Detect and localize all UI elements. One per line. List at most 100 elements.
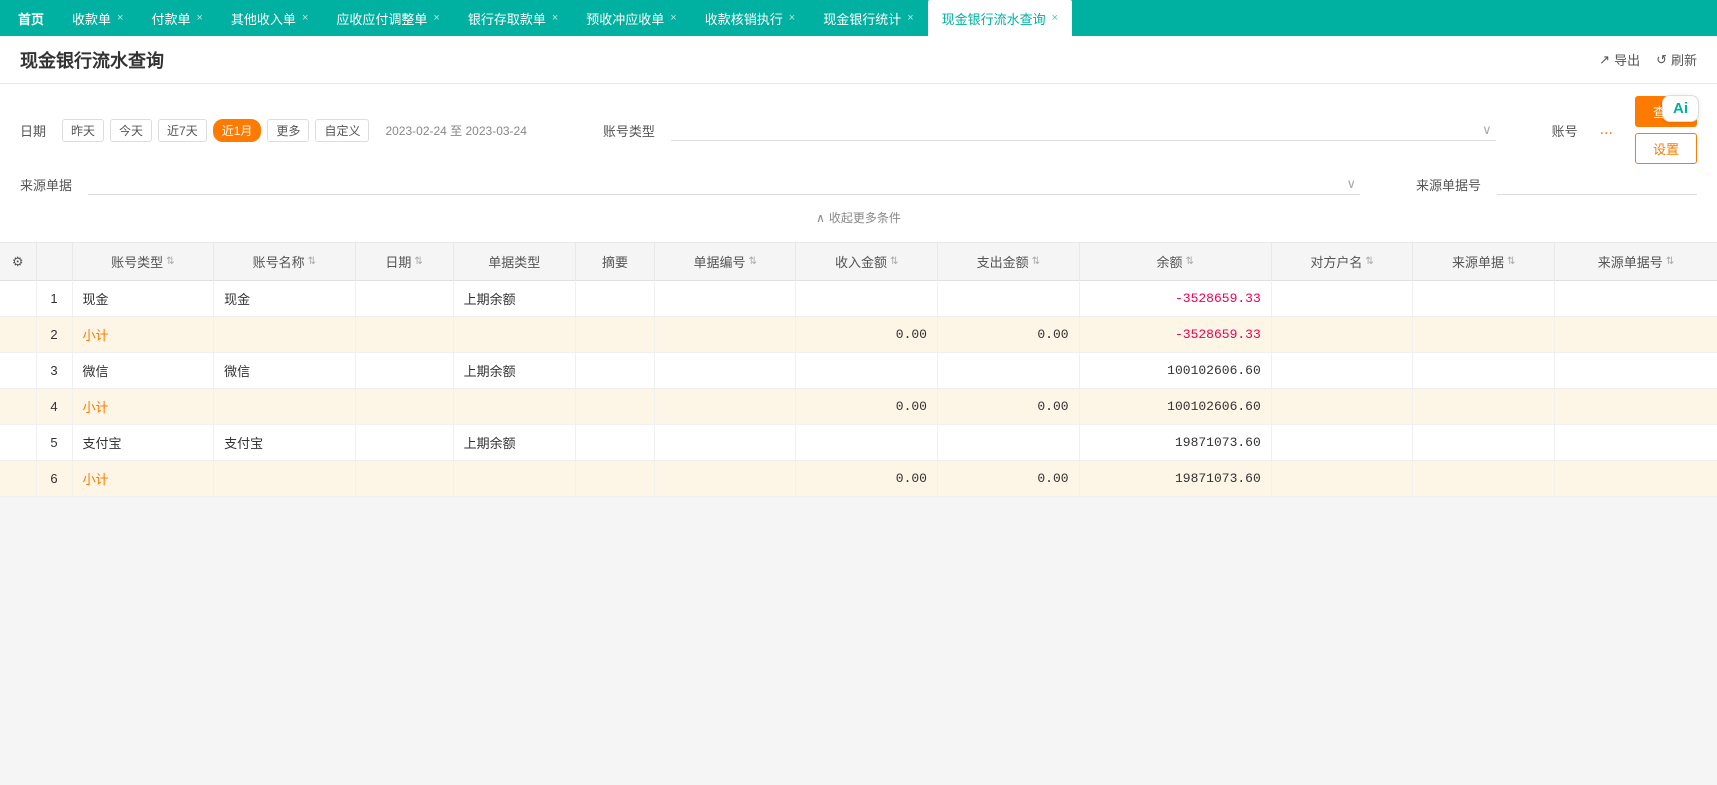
cell-account_type: 小计 <box>72 317 214 353</box>
cell-summary <box>576 281 655 317</box>
export-button[interactable]: ↗ 导出 <box>1599 50 1640 69</box>
cell-doc_type <box>453 389 575 425</box>
sort-icon-account_name: ⇅ <box>308 256 316 267</box>
col-header-expense[interactable]: 支出金额⇅ <box>938 243 1080 281</box>
nav-close-icon-other-income[interactable]: × <box>302 12 308 24</box>
cell-source_doc <box>1413 461 1555 497</box>
nav-close-icon-payment[interactable]: × <box>196 12 202 24</box>
cell-source_doc_no <box>1554 281 1717 317</box>
account-type-select[interactable]: ∨ <box>671 120 1496 141</box>
refresh-button[interactable]: ↺ 刷新 <box>1656 50 1697 69</box>
col-header-date[interactable]: 日期⇅ <box>355 243 453 281</box>
cell-source_doc_no <box>1554 353 1717 389</box>
nav-close-icon-bank-flow[interactable]: × <box>1052 12 1058 24</box>
cell-summary <box>576 425 655 461</box>
col-header-source_doc[interactable]: 来源单据⇅ <box>1413 243 1555 281</box>
cell-account_name <box>214 389 356 425</box>
nav-close-icon-bank-deposit[interactable]: × <box>552 12 558 24</box>
date-btn-今天[interactable]: 今天 <box>110 119 152 142</box>
nav-item-adjustment[interactable]: 应收应付调整单× <box>322 0 453 36</box>
col-header-counterpart[interactable]: 对方户名⇅ <box>1271 243 1413 281</box>
cell-doc_type: 上期余额 <box>453 425 575 461</box>
account-dots-button[interactable]: ... <box>1594 119 1619 141</box>
cell-source_doc <box>1413 353 1555 389</box>
nav-item-bank-deposit[interactable]: 银行存取款单× <box>454 0 572 36</box>
cell-account_name: 现金 <box>214 281 356 317</box>
cell-income <box>796 425 938 461</box>
nav-item-advance[interactable]: 预收冲应收单× <box>572 0 690 36</box>
account-type-label: 账号类型 <box>603 121 655 140</box>
nav-item-other-income[interactable]: 其他收入单× <box>217 0 322 36</box>
collapse-button[interactable]: ∧ 收起更多条件 <box>816 209 901 226</box>
page-title: 现金银行流水查询 <box>20 47 164 73</box>
nav-item-bank-flow[interactable]: 现金银行流水查询× <box>928 0 1072 36</box>
collapse-row: ∧ 收起更多条件 <box>20 205 1697 230</box>
cell-account_name <box>214 317 356 353</box>
source-doc-select[interactable]: ∨ <box>88 174 1360 195</box>
ai-badge[interactable]: Ai <box>1662 95 1699 122</box>
nav-close-icon-advance[interactable]: × <box>670 12 676 24</box>
date-btn-近7天[interactable]: 近7天 <box>158 119 207 142</box>
top-nav: 首页收款单×付款单×其他收入单×应收应付调整单×银行存取款单×预收冲应收单×收款… <box>0 0 1717 36</box>
cell-summary <box>576 353 655 389</box>
cell-settings <box>0 389 36 425</box>
col-header-balance[interactable]: 余额⇅ <box>1079 243 1271 281</box>
nav-close-icon-bank-stat[interactable]: × <box>907 12 913 24</box>
cell-income <box>796 353 938 389</box>
table-row: 6小计0.000.0019871073.60 <box>0 461 1717 497</box>
source-doc-label: 来源单据 <box>20 175 72 194</box>
table-row: 1现金现金上期余额-3528659.33 <box>0 281 1717 317</box>
cell-seq: 1 <box>36 281 72 317</box>
settings-icon[interactable]: ⚙ <box>12 254 24 269</box>
cell-counterpart <box>1271 425 1413 461</box>
nav-close-icon-verify[interactable]: × <box>789 12 795 24</box>
nav-close-icon-receipt[interactable]: × <box>117 12 123 24</box>
nav-item-bank-stat[interactable]: 现金银行统计× <box>809 0 927 36</box>
cell-expense: 0.00 <box>938 389 1080 425</box>
cell-doc_no <box>654 281 796 317</box>
nav-item-home[interactable]: 首页 <box>4 0 58 36</box>
col-header-doc_no[interactable]: 单据编号⇅ <box>654 243 796 281</box>
col-header-seq <box>36 243 72 281</box>
cell-source_doc_no <box>1554 461 1717 497</box>
source-doc-no-input[interactable] <box>1497 175 1697 195</box>
sort-icon-balance: ⇅ <box>1185 256 1193 267</box>
cell-summary <box>576 317 655 353</box>
sort-icon-income: ⇅ <box>890 256 898 267</box>
cell-balance: 100102606.60 <box>1079 389 1271 425</box>
nav-item-receipt[interactable]: 收款单× <box>58 0 137 36</box>
cell-settings <box>0 353 36 389</box>
cell-doc_no <box>654 389 796 425</box>
col-header-account_type[interactable]: 账号类型⇅ <box>72 243 214 281</box>
cell-doc_type <box>453 461 575 497</box>
nav-item-payment[interactable]: 付款单× <box>137 0 216 36</box>
cell-expense: 0.00 <box>938 317 1080 353</box>
cell-expense <box>938 281 1080 317</box>
cell-date <box>355 425 453 461</box>
nav-item-verify[interactable]: 收款核销执行× <box>691 0 809 36</box>
col-header-source_doc_no[interactable]: 来源单据号⇅ <box>1554 243 1717 281</box>
cell-seq: 4 <box>36 389 72 425</box>
col-header-account_name[interactable]: 账号名称⇅ <box>214 243 356 281</box>
table-row: 2小计0.000.00-3528659.33 <box>0 317 1717 353</box>
nav-close-icon-adjustment[interactable]: × <box>433 12 439 24</box>
date-btn-更多[interactable]: 更多 <box>267 119 309 142</box>
date-btn-自定义[interactable]: 自定义 <box>315 119 369 142</box>
cell-account_type: 现金 <box>72 281 214 317</box>
cell-settings <box>0 425 36 461</box>
cell-account_name: 微信 <box>214 353 356 389</box>
header-actions: ↗ 导出 ↺ 刷新 <box>1599 50 1697 69</box>
filter-row-2: 来源单据 ∨ 来源单据号 <box>20 174 1697 195</box>
settings-button[interactable]: 设置 <box>1635 133 1697 164</box>
cell-doc_no <box>654 317 796 353</box>
col-header-income[interactable]: 收入金额⇅ <box>796 243 938 281</box>
date-btn-近1月[interactable]: 近1月 <box>213 119 262 142</box>
source-doc-no-label: 来源单据号 <box>1416 175 1481 194</box>
cell-date <box>355 389 453 425</box>
cell-counterpart <box>1271 317 1413 353</box>
cell-account_type: 小计 <box>72 461 214 497</box>
date-btn-昨天[interactable]: 昨天 <box>62 119 104 142</box>
col-header-settings: ⚙ <box>0 243 36 281</box>
cell-counterpart <box>1271 281 1413 317</box>
cell-date <box>355 317 453 353</box>
